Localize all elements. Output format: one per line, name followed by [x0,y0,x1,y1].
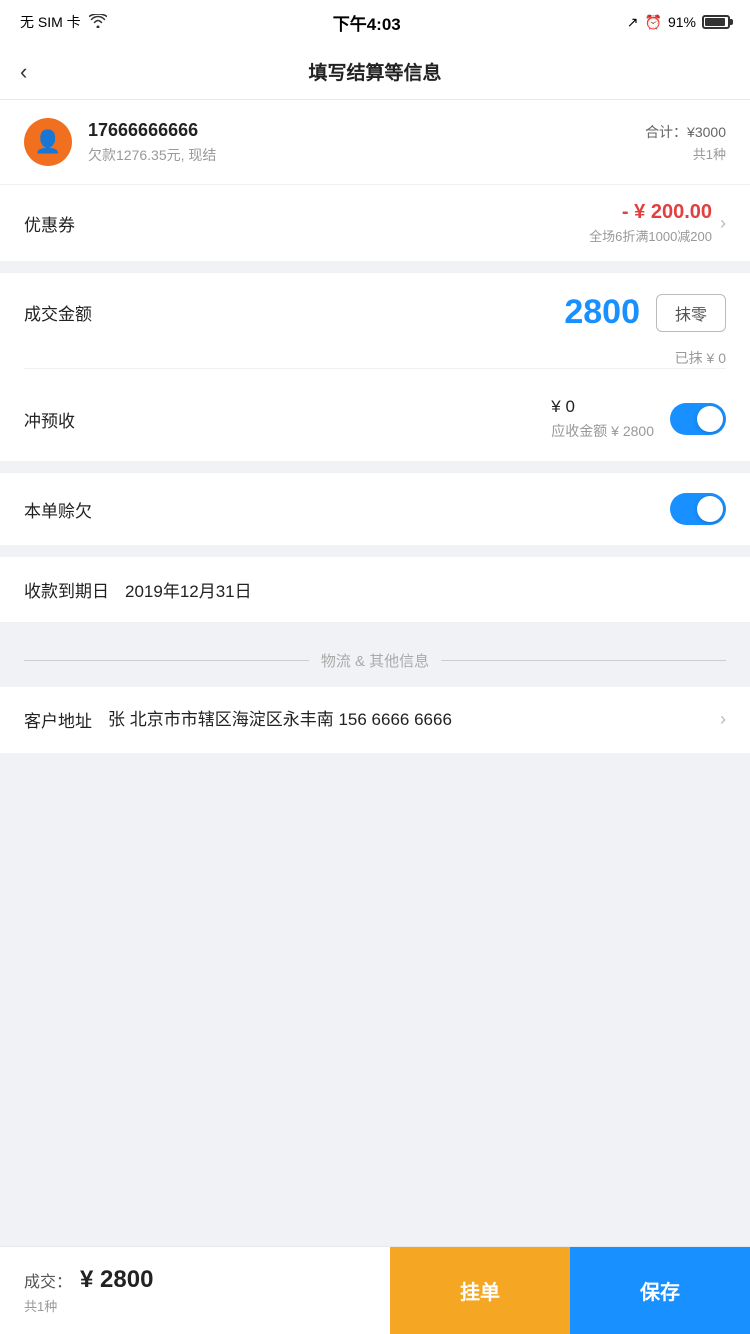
footer-spacer [0,765,750,865]
summary-label: 成交： [24,1268,72,1292]
status-left: 无 SIM 卡 [20,12,107,32]
amount-sub: 已抹 ¥ 0 [24,348,726,368]
coupon-info: - ¥ 200.00 全场6折满1000减200 [589,201,712,245]
coupon-amount: - ¥ 200.00 [589,201,712,224]
avatar-icon: 👤 [34,129,61,155]
battery-percent: 91% [668,14,696,30]
content-area: 👤 17666666666 欠款1276.35元, 现结 合计：¥3000 共1… [0,100,750,865]
customer-right: 合计：¥3000 共1种 [645,122,726,163]
divider-line-right [441,660,726,661]
coupon-label: 优惠券 [24,211,75,236]
prepay-amount: ¥ 0 [551,397,654,417]
amount-row: 成交金额 2800 抹零 [24,293,726,332]
round-button[interactable]: 抹零 [656,294,726,332]
bottom-summary: 成交： ¥ 2800 共1种 [0,1266,390,1315]
address-card[interactable]: 客户地址 张 北京市市辖区海淀区永丰南 156 6666 6666 › [0,687,750,753]
section-divider: 物流 & 其他信息 [0,634,750,687]
coupon-row[interactable]: 优惠券 - ¥ 200.00 全场6折满1000减200 › [0,184,750,261]
divider-text: 物流 & 其他信息 [321,650,429,671]
due-date-value: 2019年12月31日 [125,577,252,602]
due-date-label: 收款到期日 [24,577,109,602]
debt-card: 本单赊欠 [0,473,750,545]
total-count: 共1种 [645,144,726,163]
prepay-row: 冲预收 ¥ 0 应收金额 ¥ 2800 [24,397,726,441]
address-chevron: › [720,709,726,730]
customer-left: 👤 17666666666 欠款1276.35元, 现结 [24,118,216,166]
divider-line-left [24,660,309,661]
nav-bar: ‹ 填写结算等信息 [0,44,750,100]
amount-right: 2800 抹零 [564,293,726,332]
summary-sub: 共1种 [24,1296,366,1315]
customer-phone: 17666666666 [88,120,216,141]
customer-info: 17666666666 欠款1276.35元, 现结 [88,120,216,165]
prepay-sub: 应收金额 ¥ 2800 [551,421,654,441]
status-right: ↗ ⏰ 91% [627,14,730,31]
amount-label: 成交金额 [24,300,92,325]
customer-card: 👤 17666666666 欠款1276.35元, 现结 合计：¥3000 共1… [0,100,750,261]
alarm-icon: ⏰ [645,14,662,31]
status-time: 下午4:03 [333,10,401,35]
wifi-icon [89,14,107,31]
prepay-section: 冲预收 ¥ 0 应收金额 ¥ 2800 [24,368,726,441]
coupon-right: - ¥ 200.00 全场6折满1000减200 › [589,201,726,245]
amount-card: 成交金额 2800 抹零 已抹 ¥ 0 冲预收 ¥ 0 应收金额 ¥ 2800 [0,273,750,461]
save-button[interactable]: 保存 [570,1247,750,1334]
battery-icon [702,15,730,29]
prepay-info: ¥ 0 应收金额 ¥ 2800 [551,397,654,441]
bottom-bar: 成交： ¥ 2800 共1种 挂单 保存 [0,1246,750,1334]
sim-text: 无 SIM 卡 [20,12,81,32]
debt-label: 本单赊欠 [24,497,92,522]
debt-toggle[interactable] [670,493,726,525]
status-bar: 无 SIM 卡 下午4:03 ↗ ⏰ 91% [0,0,750,44]
coupon-chevron: › [720,213,726,234]
prepay-label: 冲预收 [24,407,75,432]
prepay-right: ¥ 0 应收金额 ¥ 2800 [551,397,726,441]
address-value: 张 北京市市辖区海淀区永丰南 156 6666 6666 [108,707,720,733]
avatar: 👤 [24,118,72,166]
amount-value: 2800 [564,293,640,332]
address-label: 客户地址 [24,707,92,732]
toggle-knob [697,406,723,432]
coupon-desc: 全场6折满1000减200 [589,226,712,245]
page-title: 填写结算等信息 [308,58,441,85]
hold-button[interactable]: 挂单 [390,1247,570,1334]
summary-value: ¥ 2800 [80,1266,153,1294]
debt-toggle-knob [697,496,723,522]
prepay-toggle[interactable] [670,403,726,435]
total-label: 合计：¥3000 [645,122,726,142]
location-icon: ↗ [627,14,639,31]
customer-row: 👤 17666666666 欠款1276.35元, 现结 合计：¥3000 共1… [0,100,750,184]
summary-top: 成交： ¥ 2800 [24,1266,366,1294]
due-date-card: 收款到期日 2019年12月31日 [0,557,750,622]
customer-subtext: 欠款1276.35元, 现结 [88,145,216,165]
back-button[interactable]: ‹ [20,59,27,85]
